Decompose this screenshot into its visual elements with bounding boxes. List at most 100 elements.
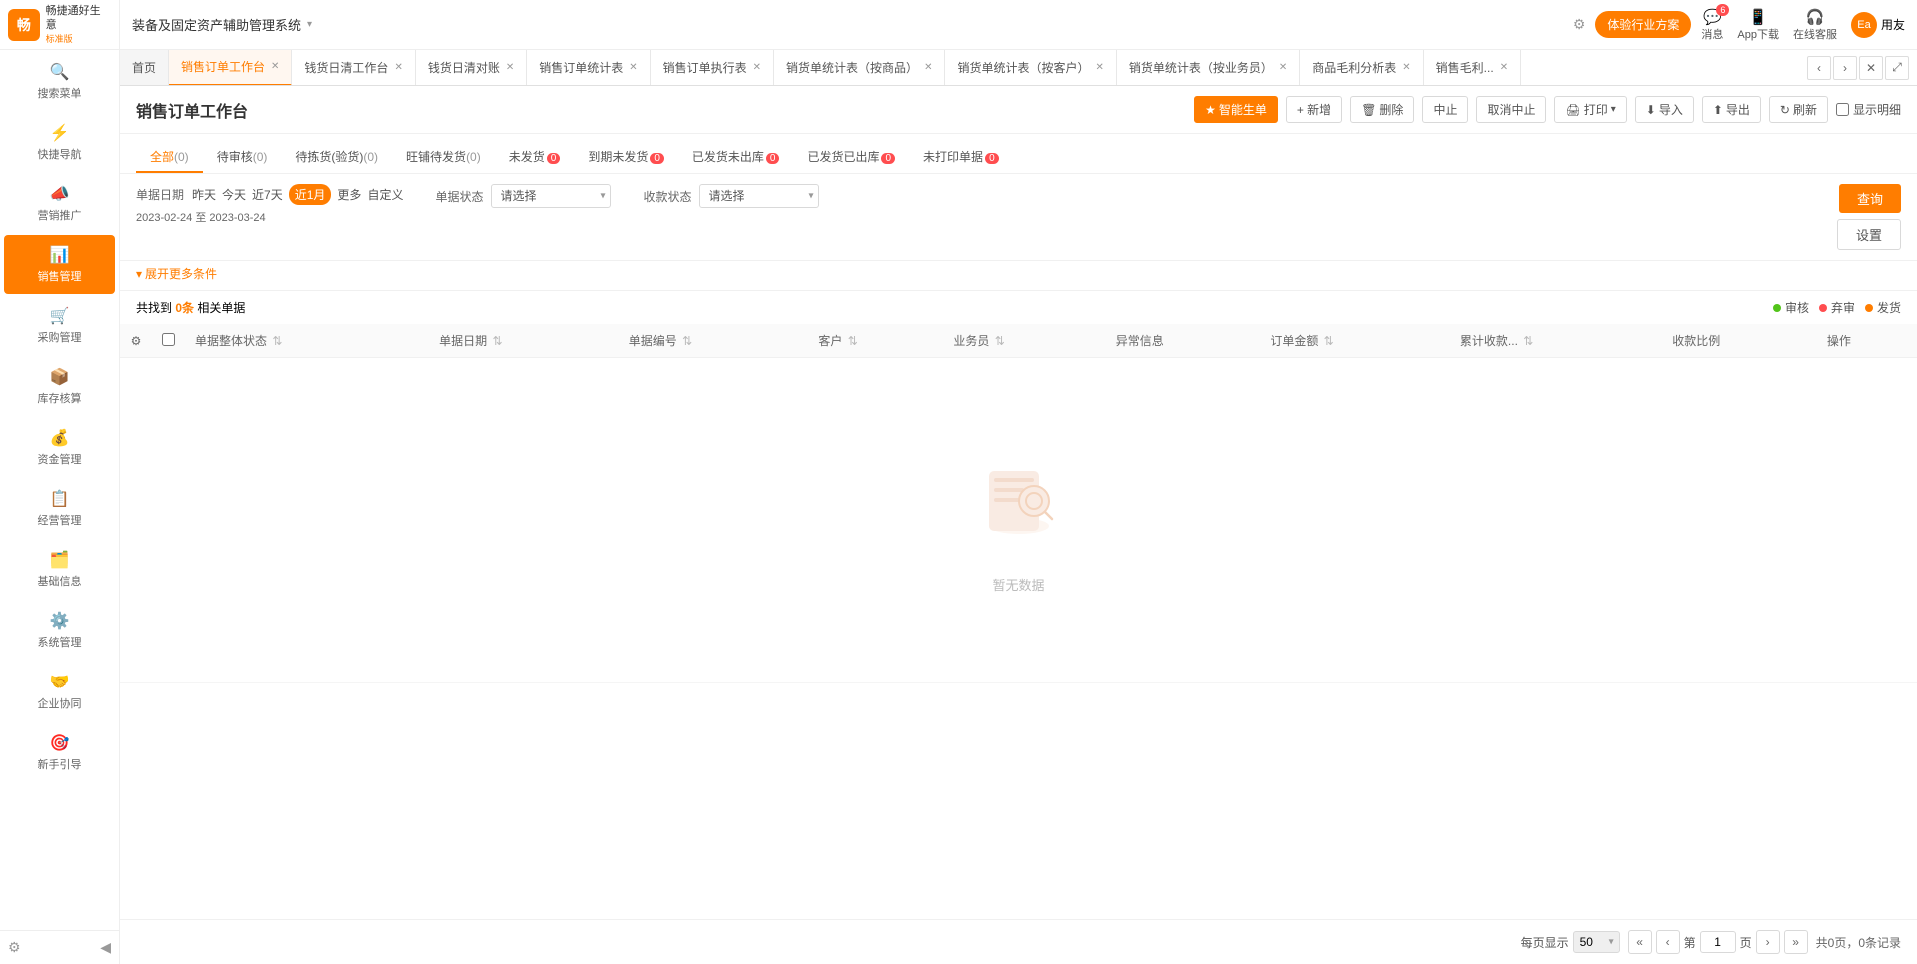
tab-sales-stats[interactable]: 销售订单统计表 ✕ xyxy=(527,50,650,86)
delete-btn[interactable]: 🗑 删除 xyxy=(1350,96,1414,123)
sub-tab-unshipped[interactable]: 未发货0 xyxy=(495,142,575,173)
tab-sales-exec[interactable]: 销售订单执行表 ✕ xyxy=(651,50,774,86)
sidebar-settings-btn[interactable]: ⚙ xyxy=(8,939,21,956)
tab-close-product[interactable]: ✕ xyxy=(924,62,932,73)
show-detail-checkbox[interactable] xyxy=(1836,103,1849,116)
print-dropdown-arrow[interactable]: ▾ xyxy=(1611,104,1616,115)
col-abnormal: 异常信息 xyxy=(1106,324,1261,358)
tabs-expand-btn[interactable]: ⤢ xyxy=(1885,56,1909,80)
sidebar-item-system[interactable]: ⚙️ 系统管理 xyxy=(4,601,115,660)
sub-tab-unprinted[interactable]: 未打印单据0 xyxy=(909,142,1013,173)
tab-sales-summary-staff[interactable]: 销货单统计表（按业务员） ✕ xyxy=(1117,50,1300,86)
settings-icon[interactable]: ⚙ xyxy=(1573,16,1586,33)
sidebar-collapse-btn[interactable]: ◀ xyxy=(100,939,111,956)
tab-close-cash-reconcile[interactable]: ✕ xyxy=(506,62,514,73)
tab-sales-summary-customer[interactable]: 销货单统计表（按客户） ✕ xyxy=(945,50,1116,86)
refresh-btn[interactable]: ↻ 刷新 xyxy=(1769,96,1828,123)
add-btn[interactable]: + 新增 xyxy=(1286,96,1342,123)
export-btn[interactable]: ⬆ 导出 xyxy=(1702,96,1761,123)
date-opt-yesterday[interactable]: 昨天 xyxy=(192,186,216,203)
trial-btn[interactable]: 体验行业方案 xyxy=(1595,11,1691,38)
tabs-next-btn[interactable]: › xyxy=(1833,56,1857,80)
select-all-checkbox[interactable] xyxy=(162,333,175,346)
sidebar-item-sales[interactable]: 📊 销售管理 xyxy=(4,235,115,294)
tab-goods-margin[interactable]: 商品毛利分析表 ✕ xyxy=(1300,50,1423,86)
tabs-prev-btn[interactable]: ‹ xyxy=(1807,56,1831,80)
set-btn[interactable]: 设置 xyxy=(1837,219,1901,250)
cancel-suspend-btn[interactable]: 取消中止 xyxy=(1476,96,1546,123)
review-action-btn[interactable]: 审核 xyxy=(1773,299,1809,316)
status-select[interactable]: 请选择 xyxy=(491,184,611,208)
tab-sales-workbench[interactable]: 销售订单工作台 ✕ xyxy=(169,50,292,86)
sidebar-item-operation[interactable]: 📋 经营管理 xyxy=(4,479,115,538)
suspend-btn[interactable]: 中止 xyxy=(1422,96,1468,123)
sort-icon-received[interactable]: ⇅ xyxy=(1523,334,1533,348)
sort-icon-amount[interactable]: ⇅ xyxy=(1324,334,1334,348)
sidebar-item-guide[interactable]: 🎯 新手引导 xyxy=(4,723,115,782)
tab-close-sales-more[interactable]: ✕ xyxy=(1500,62,1508,73)
tabs-close-btn[interactable]: ✕ xyxy=(1859,56,1883,80)
sub-tab-wangpu[interactable]: 旺铺待发货(0) xyxy=(392,142,495,173)
sub-tab-shipped-not-out[interactable]: 已发货未出库0 xyxy=(678,142,794,173)
page-size-dropdown[interactable]: 10 20 50 100 xyxy=(1573,931,1620,953)
print-btn[interactable]: 🖨 打印 ▾ xyxy=(1554,96,1626,123)
page-next-btn[interactable]: › xyxy=(1756,930,1780,954)
tab-close-sales-stats[interactable]: ✕ xyxy=(629,62,637,73)
sidebar-item-basic[interactable]: 🗂️ 基础信息 xyxy=(4,540,115,599)
sort-icon-salesperson[interactable]: ⇅ xyxy=(995,334,1005,348)
tab-cash-reconcile[interactable]: 钱货日清对账 ✕ xyxy=(416,50,527,86)
date-opt-1month[interactable]: 近1月 xyxy=(289,184,332,205)
sort-icon-date[interactable]: ⇅ xyxy=(493,334,503,348)
online-service-tool[interactable]: 🎧 在线客服 xyxy=(1793,8,1837,42)
date-opt-custom[interactable]: 自定义 xyxy=(367,186,403,203)
sub-tab-pending-check[interactable]: 待拣货(验货)(0) xyxy=(281,142,392,173)
sort-icon-customer[interactable]: ⇅ xyxy=(848,334,858,348)
sidebar-item-enterprise[interactable]: 🤝 企业协同 xyxy=(4,662,115,721)
system-dropdown-arrow[interactable]: ▾ xyxy=(307,19,312,30)
sidebar-item-finance[interactable]: 💰 资金管理 xyxy=(4,418,115,477)
sidebar-item-marketing[interactable]: 📣 营销推广 xyxy=(4,174,115,233)
import-btn[interactable]: ⬇ 导入 xyxy=(1635,96,1694,123)
sub-tab-pending-review[interactable]: 待审核(0) xyxy=(203,142,282,173)
sub-tab-overdue[interactable]: 到期未发货0 xyxy=(574,142,678,173)
tab-close-sales-workbench[interactable]: ✕ xyxy=(271,61,279,72)
smart-btn[interactable]: ★ 智能生单 xyxy=(1194,96,1278,123)
messages-tool[interactable]: 💬 6 消息 xyxy=(1701,8,1723,42)
sidebar-item-purchase[interactable]: 🛒 采购管理 xyxy=(4,296,115,355)
header-tools: 💬 6 消息 📱 App下载 🎧 在线客服 Ea 用友 xyxy=(1701,8,1905,42)
tab-cash-daily[interactable]: 钱货日清工作台 ✕ xyxy=(292,50,415,86)
page-first-btn[interactable]: « xyxy=(1628,930,1652,954)
date-opt-7days[interactable]: 近7天 xyxy=(252,186,283,203)
page-number-input[interactable] xyxy=(1700,931,1736,953)
query-btn[interactable]: 查询 xyxy=(1839,184,1901,213)
page-prev-btn[interactable]: ‹ xyxy=(1656,930,1680,954)
payment-select[interactable]: 请选择 xyxy=(699,184,819,208)
sidebar-item-label-guide: 新手引导 xyxy=(38,756,82,772)
page-last-btn[interactable]: » xyxy=(1784,930,1808,954)
tab-close-sales-exec[interactable]: ✕ xyxy=(753,62,761,73)
tab-close-staff[interactable]: ✕ xyxy=(1279,62,1287,73)
user-info[interactable]: Ea 用友 xyxy=(1851,12,1905,38)
date-opt-more[interactable]: 更多 xyxy=(337,186,361,203)
expand-filter-btn[interactable]: ▾ 展开更多条件 xyxy=(136,265,217,282)
sort-icon-number[interactable]: ⇅ xyxy=(682,334,692,348)
sidebar-item-inventory[interactable]: 📦 库存核算 xyxy=(4,357,115,416)
sub-tab-shipped-out[interactable]: 已发货已出库0 xyxy=(793,142,909,173)
cancel-review-action-btn[interactable]: 弃审 xyxy=(1819,299,1855,316)
ship-action-btn[interactable]: 发货 xyxy=(1865,299,1901,316)
sort-icon-status[interactable]: ⇅ xyxy=(272,334,282,348)
delete-icon: 🗑 xyxy=(1361,103,1376,117)
table-info: 共找到 0条 相关单据 审核 弃审 发货 xyxy=(120,291,1917,324)
tab-sales-summary-product[interactable]: 销货单统计表（按商品） ✕ xyxy=(774,50,945,86)
tab-close-cash-daily[interactable]: ✕ xyxy=(394,62,402,73)
col-settings-icon[interactable]: ⚙ xyxy=(131,334,142,348)
app-download-tool[interactable]: 📱 App下载 xyxy=(1737,8,1779,42)
sidebar-item-quick-nav[interactable]: ⚡ 快捷导航 xyxy=(4,113,115,172)
sub-tab-all[interactable]: 全部(0) xyxy=(136,142,203,173)
tab-close-customer[interactable]: ✕ xyxy=(1095,62,1103,73)
date-opt-today[interactable]: 今天 xyxy=(222,186,246,203)
tab-home[interactable]: 首页 xyxy=(120,50,169,86)
sidebar-item-search[interactable]: 🔍 搜索菜单 xyxy=(4,52,115,111)
tab-sales-more[interactable]: 销售毛利... ✕ xyxy=(1424,50,1521,86)
tab-close-goods-margin[interactable]: ✕ xyxy=(1402,62,1410,73)
